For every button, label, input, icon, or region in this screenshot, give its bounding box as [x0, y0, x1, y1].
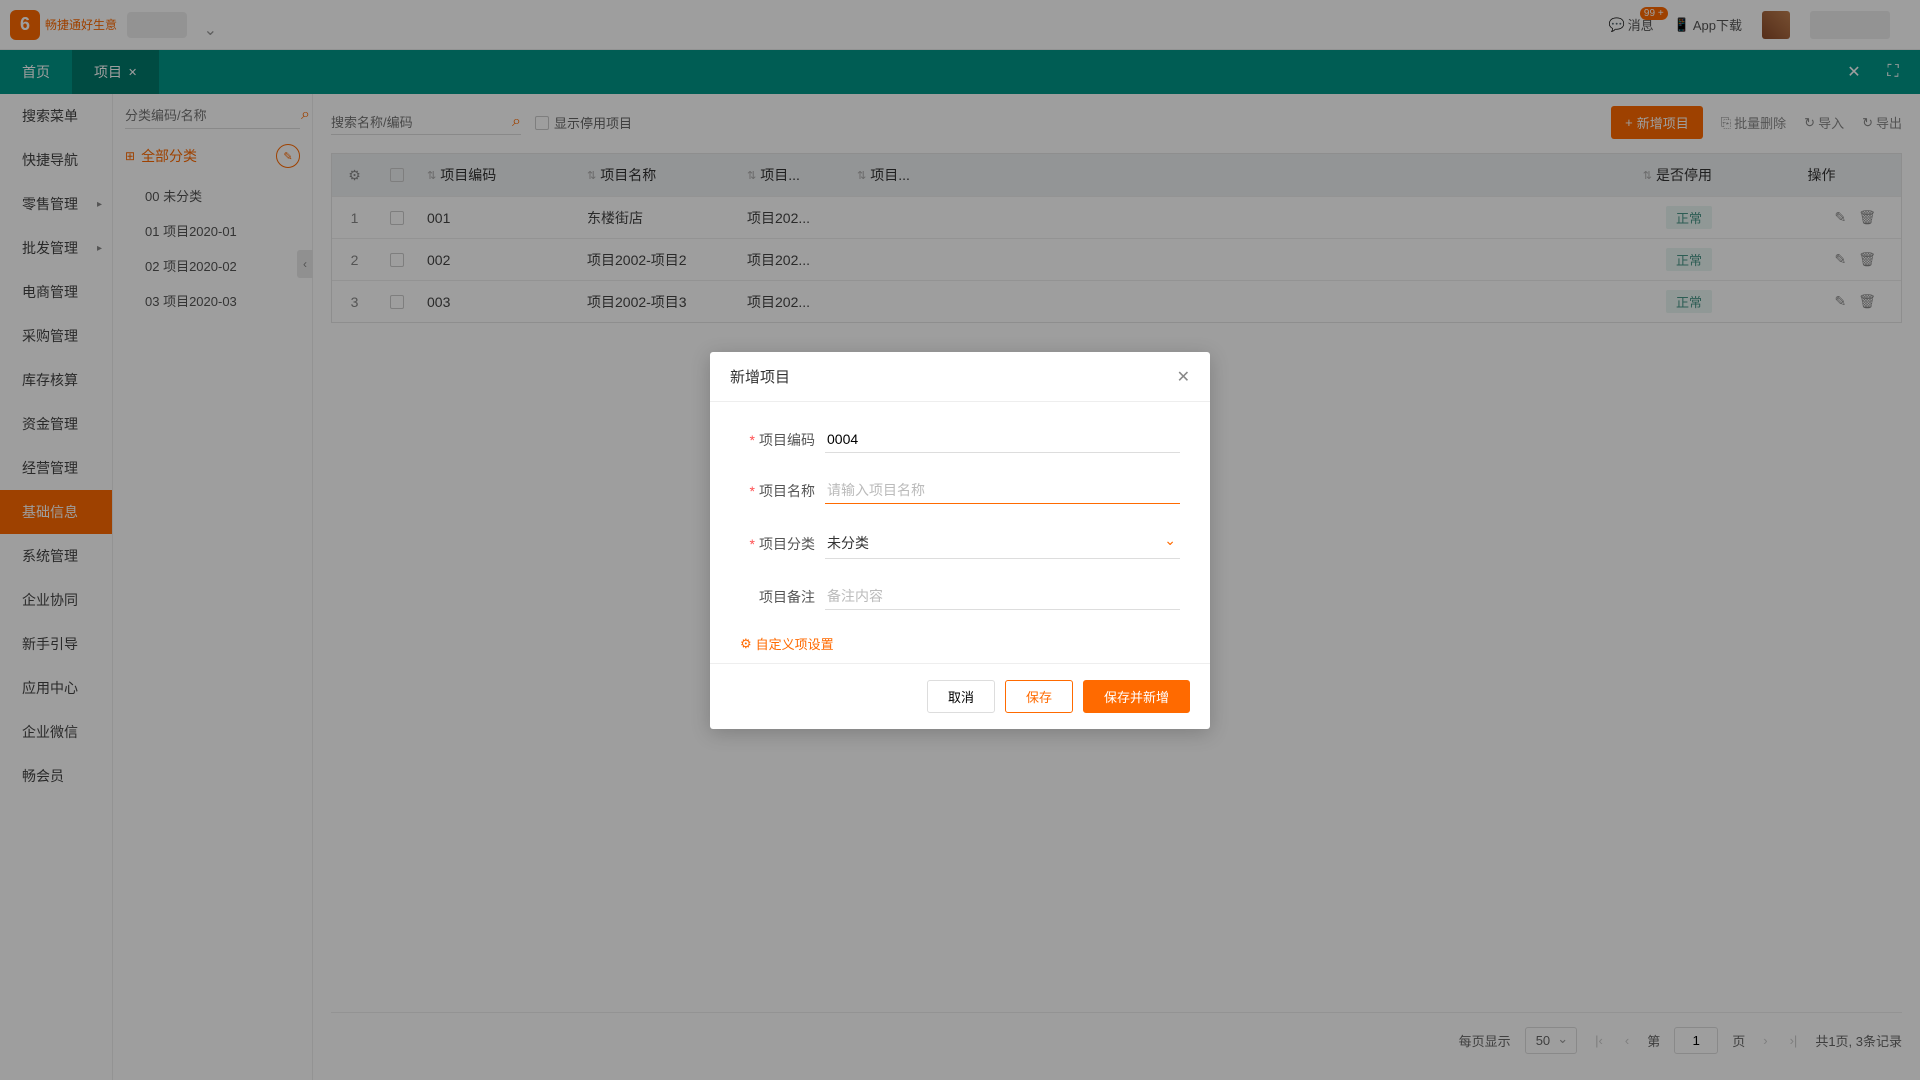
- save-and-add-button[interactable]: 保存并新增: [1083, 680, 1190, 713]
- code-input[interactable]: [825, 426, 1180, 453]
- modal-title: 新增项目: [730, 366, 790, 387]
- add-project-modal: 新增项目 ✕ 项目编码 项目名称 项目分类 未分类 ⌄ 项目备注: [710, 352, 1210, 729]
- remark-input[interactable]: [825, 583, 1180, 610]
- remark-label: 项目备注: [740, 587, 825, 607]
- category-label: 项目分类: [740, 534, 825, 554]
- code-label: 项目编码: [740, 430, 825, 450]
- custom-fields-link[interactable]: ⚙ 自定义项设置: [740, 634, 1180, 653]
- form-row-category: 项目分类 未分类 ⌄: [740, 528, 1180, 559]
- name-label: 项目名称: [740, 481, 825, 501]
- category-select[interactable]: 未分类 ⌄: [825, 528, 1180, 559]
- gear-icon: ⚙: [740, 636, 752, 652]
- modal-header: 新增项目 ✕: [710, 352, 1210, 402]
- form-row-name: 项目名称: [740, 477, 1180, 504]
- chevron-down-icon: ⌄: [1164, 532, 1176, 549]
- cancel-button[interactable]: 取消: [927, 680, 995, 713]
- form-row-code: 项目编码: [740, 426, 1180, 453]
- modal-footer: 取消 保存 保存并新增: [710, 663, 1210, 729]
- modal-overlay: 新增项目 ✕ 项目编码 项目名称 项目分类 未分类 ⌄ 项目备注: [0, 0, 1920, 1080]
- form-row-remark: 项目备注: [740, 583, 1180, 610]
- name-input[interactable]: [825, 477, 1180, 504]
- close-icon[interactable]: ✕: [1177, 367, 1190, 387]
- modal-body: 项目编码 项目名称 项目分类 未分类 ⌄ 项目备注 ⚙ 自定义项设置: [710, 402, 1210, 663]
- save-button[interactable]: 保存: [1005, 680, 1073, 713]
